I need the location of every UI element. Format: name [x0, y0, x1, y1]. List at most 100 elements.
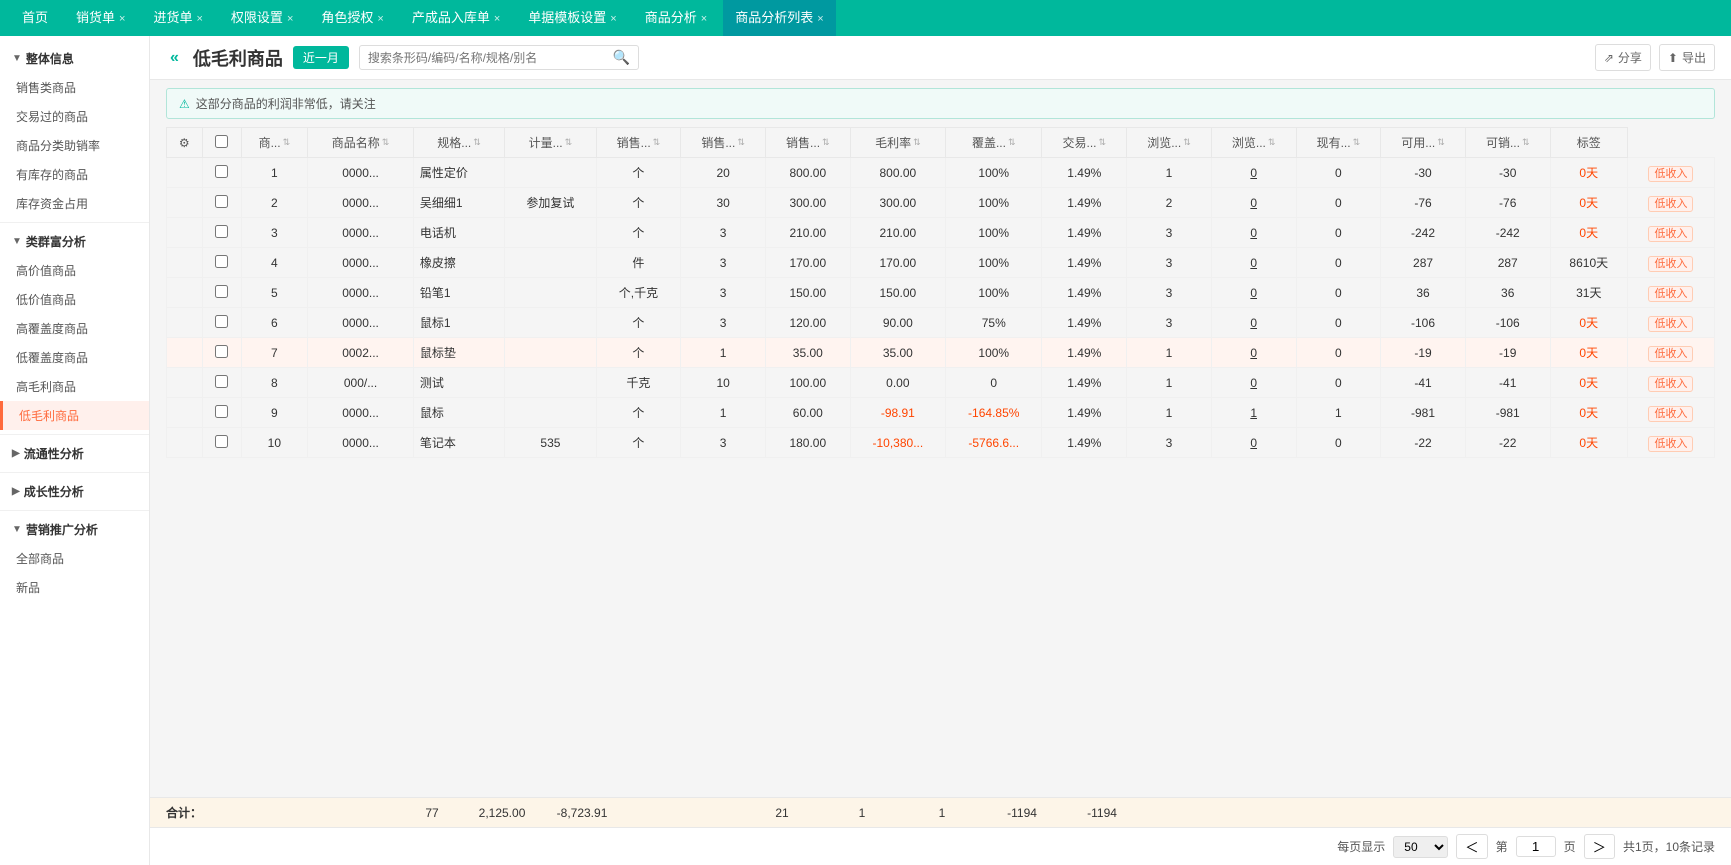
- share-button[interactable]: ⇗ 分享: [1595, 44, 1651, 71]
- col-code[interactable]: 商...⇅: [241, 128, 308, 158]
- sidebar-collapse-btn[interactable]: «: [166, 49, 183, 67]
- row-sale-profit: 90.00: [850, 308, 945, 338]
- row-browse1[interactable]: 0: [1211, 308, 1296, 338]
- nav-sales-close[interactable]: ×: [119, 13, 125, 25]
- row-select-checkbox[interactable]: [215, 405, 228, 418]
- row-select-checkbox[interactable]: [215, 195, 228, 208]
- row-select-checkbox[interactable]: [215, 255, 228, 268]
- export-button[interactable]: ⬆ 导出: [1659, 44, 1715, 71]
- row-browse1[interactable]: 0: [1211, 158, 1296, 188]
- col-name[interactable]: 商品名称⇅: [308, 128, 414, 158]
- sidebar-item-low-coverage[interactable]: 低覆盖度商品: [0, 343, 149, 372]
- nav-product-analysis-list[interactable]: 商品分析列表×: [723, 0, 835, 36]
- search-icon[interactable]: 🔍: [612, 49, 629, 66]
- sidebar-group-circulation[interactable]: ▶ 流通性分析: [0, 439, 149, 468]
- row-checkbox[interactable]: [202, 398, 241, 428]
- page-size-select[interactable]: 50 100 200: [1393, 836, 1448, 858]
- sidebar-item-new-goods[interactable]: 新品: [0, 573, 149, 602]
- nav-permission-close[interactable]: ×: [287, 13, 293, 25]
- sidebar-item-sales-goods[interactable]: 销售类商品: [0, 73, 149, 102]
- row-browse1[interactable]: 0: [1211, 368, 1296, 398]
- nav-home[interactable]: 首页: [10, 0, 60, 36]
- time-filter-button[interactable]: 近一月: [293, 46, 349, 69]
- col-gross-margin[interactable]: 毛利率⇅: [850, 128, 945, 158]
- col-current-stock[interactable]: 现有...⇅: [1296, 128, 1381, 158]
- row-select-checkbox[interactable]: [215, 225, 228, 238]
- row-select-checkbox[interactable]: [215, 375, 228, 388]
- col-sale-profit[interactable]: 销售...⇅: [765, 128, 850, 158]
- row-checkbox[interactable]: [202, 368, 241, 398]
- col-browse1[interactable]: 浏览...⇅: [1127, 128, 1212, 158]
- nav-product-analysis[interactable]: 商品分析×: [633, 0, 719, 36]
- sidebar-group-overall[interactable]: ▼ 整体信息: [0, 44, 149, 73]
- nav-template-close[interactable]: ×: [610, 13, 616, 25]
- sidebar-item-stock-goods[interactable]: 有库存的商品: [0, 160, 149, 189]
- sidebar-item-low-profit[interactable]: 低毛利商品: [0, 401, 149, 430]
- row-select-checkbox[interactable]: [215, 345, 228, 358]
- row-checkbox[interactable]: [202, 188, 241, 218]
- next-page-button[interactable]: ＞: [1584, 834, 1615, 859]
- nav-role-close[interactable]: ×: [377, 13, 383, 25]
- nav-product-analysis-close[interactable]: ×: [701, 13, 707, 25]
- row-checkbox[interactable]: [202, 218, 241, 248]
- col-trade[interactable]: 交易...⇅: [1042, 128, 1127, 158]
- col-coverage[interactable]: 覆盖...⇅: [946, 128, 1042, 158]
- row-select-checkbox[interactable]: [215, 315, 228, 328]
- page-number-input[interactable]: [1516, 836, 1556, 857]
- col-available-stock[interactable]: 可用...⇅: [1381, 128, 1466, 158]
- sidebar-group-marketing[interactable]: ▼ 营销推广分析: [0, 515, 149, 544]
- sidebar-item-category-rate[interactable]: 商品分类助销率: [0, 131, 149, 160]
- row-checkbox[interactable]: [202, 158, 241, 188]
- row-saleable-days: 0天: [1550, 338, 1627, 368]
- nav-permission[interactable]: 权限设置×: [219, 0, 305, 36]
- nav-product-in-close[interactable]: ×: [494, 13, 500, 25]
- row-browse1[interactable]: 1: [1211, 398, 1296, 428]
- col-saleable-days[interactable]: 可销...⇅: [1465, 128, 1550, 158]
- col-spec[interactable]: 规格...⇅: [413, 128, 504, 158]
- prev-page-button[interactable]: ＜: [1456, 834, 1487, 859]
- nav-purchase[interactable]: 进货单×: [141, 0, 214, 36]
- sidebar-group-growth[interactable]: ▶ 成长性分析: [0, 477, 149, 506]
- row-trade-count: 1: [1127, 158, 1212, 188]
- row-browse1[interactable]: 0: [1211, 218, 1296, 248]
- nav-purchase-close[interactable]: ×: [196, 13, 202, 25]
- col-check[interactable]: [202, 128, 241, 158]
- select-all-checkbox[interactable]: [215, 135, 228, 148]
- sidebar-item-low-value[interactable]: 低价值商品: [0, 285, 149, 314]
- row-select-checkbox[interactable]: [215, 165, 228, 178]
- col-code-sort: ⇅: [283, 137, 291, 148]
- nav-role[interactable]: 角色授权×: [309, 0, 395, 36]
- row-coverage: 1.49%: [1042, 308, 1127, 338]
- row-browse1[interactable]: 0: [1211, 278, 1296, 308]
- row-select-checkbox[interactable]: [215, 285, 228, 298]
- sidebar-item-all-goods[interactable]: 全部商品: [0, 544, 149, 573]
- nav-sales[interactable]: 销货单×: [64, 0, 137, 36]
- sidebar-item-stock-fund[interactable]: 库存资金占用: [0, 189, 149, 218]
- sidebar-item-high-value[interactable]: 高价值商品: [0, 256, 149, 285]
- row-checkbox[interactable]: [202, 308, 241, 338]
- table-wrapper[interactable]: ⚙ 商...⇅ 商品名称⇅ 规格...⇅ 计量...⇅ 销售...⇅ 销售...…: [150, 127, 1731, 797]
- row-checkbox[interactable]: [202, 338, 241, 368]
- row-select-checkbox[interactable]: [215, 435, 228, 448]
- search-input[interactable]: [368, 51, 613, 65]
- col-unit[interactable]: 计量...⇅: [505, 128, 596, 158]
- sidebar-item-high-profit[interactable]: 高毛利商品: [0, 372, 149, 401]
- row-browse1[interactable]: 0: [1211, 248, 1296, 278]
- row-checkbox[interactable]: [202, 278, 241, 308]
- row-sale-profit: 150.00: [850, 278, 945, 308]
- row-browse1[interactable]: 0: [1211, 428, 1296, 458]
- row-checkbox[interactable]: [202, 248, 241, 278]
- sidebar-item-high-coverage[interactable]: 高覆盖度商品: [0, 314, 149, 343]
- col-settings[interactable]: ⚙: [167, 128, 203, 158]
- sidebar-group-cluster[interactable]: ▼ 类群富分析: [0, 227, 149, 256]
- col-sale-amount[interactable]: 销售...⇅: [681, 128, 766, 158]
- nav-template[interactable]: 单据模板设置×: [516, 0, 628, 36]
- nav-product-in[interactable]: 产成品入库单×: [400, 0, 512, 36]
- row-browse1[interactable]: 0: [1211, 338, 1296, 368]
- nav-product-analysis-list-close[interactable]: ×: [817, 13, 823, 25]
- row-browse1[interactable]: 0: [1211, 188, 1296, 218]
- col-browse2[interactable]: 浏览...⇅: [1211, 128, 1296, 158]
- col-sale-qty[interactable]: 销售...⇅: [596, 128, 681, 158]
- row-checkbox[interactable]: [202, 428, 241, 458]
- sidebar-item-traded-goods[interactable]: 交易过的商品: [0, 102, 149, 131]
